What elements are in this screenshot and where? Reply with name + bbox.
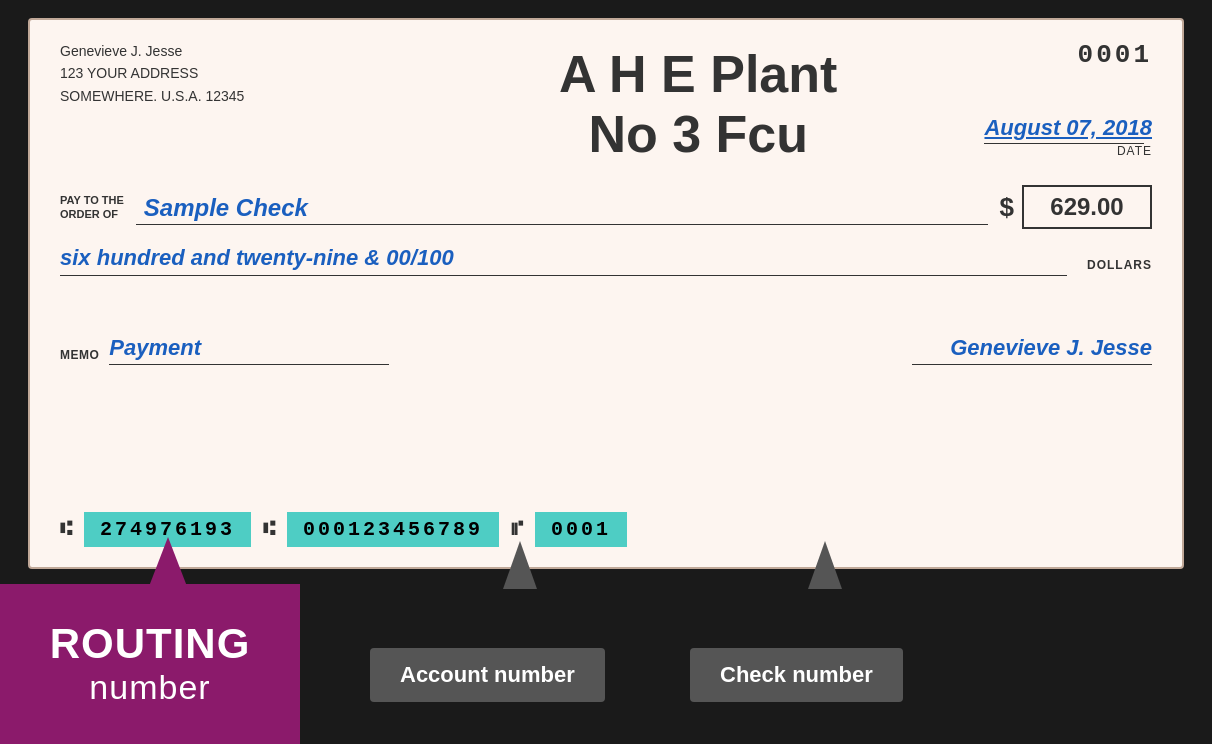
check-number-top: 0001 [1078, 40, 1152, 70]
payer-info: Genevieve J. Jesse 123 YOUR ADDRESS SOME… [60, 40, 244, 107]
check-number-tag: Check number [690, 648, 903, 702]
check-arrow [808, 541, 842, 589]
pay-to-value: Sample Check [144, 194, 308, 222]
bottom-bar: ROUTING number Account number Check numb… [0, 584, 1212, 744]
date-label: DATE [984, 144, 1152, 158]
memo-value: Payment [109, 335, 389, 365]
account-number-tag: Account number [370, 648, 605, 702]
payer-name: Genevieve J. Jesse [60, 40, 244, 62]
written-amount-section: six hundred and twenty-nine & 00/100 DOL… [60, 245, 1152, 276]
routing-label-routing: ROUTING [50, 621, 251, 667]
pay-to-line: Sample Check [136, 189, 988, 225]
payer-address1: 123 YOUR ADDRESS [60, 62, 244, 84]
account-arrow [503, 541, 537, 589]
written-amount: six hundred and twenty-nine & 00/100 [60, 245, 1067, 276]
check-body: 0001 Genevieve J. Jesse 123 YOUR ADDRESS… [28, 18, 1184, 569]
memo-sig-section: MEMO Payment Genevieve J. Jesse [60, 335, 1152, 365]
micr-equals-symbol: ⑈ [511, 518, 523, 541]
amount-box: 629.00 [1022, 185, 1152, 229]
payer-address2: SOMEWHERE. U.S.A. 12345 [60, 85, 244, 107]
date-value: August 07, 2018 [984, 115, 1152, 141]
dollar-amount-section: $ 629.00 [1000, 185, 1152, 229]
micr-open-symbol: ⑆ [60, 518, 72, 541]
micr-close-symbol: ⑆ [263, 518, 275, 541]
dollar-sign: $ [1000, 192, 1014, 223]
micr-account: 000123456789 [287, 512, 499, 547]
routing-label-number: number [89, 668, 210, 707]
pay-section: PAY TO THEORDER OF Sample Check $ 629.00 [60, 185, 1152, 229]
memo-group: MEMO Payment [60, 335, 389, 365]
signature-value: Genevieve J. Jesse [912, 335, 1152, 365]
micr-check: 0001 [535, 512, 627, 547]
memo-label: MEMO [60, 348, 99, 365]
dollars-label: DOLLARS [1087, 258, 1152, 276]
date-section: August 07, 2018 DATE [984, 115, 1152, 158]
pay-to-label: PAY TO THEORDER OF [60, 193, 124, 222]
routing-box: ROUTING number [0, 584, 300, 744]
routing-arrow [148, 537, 188, 589]
micr-section: ⑆ 274976193 ⑆ 000123456789 ⑈ 0001 [60, 512, 1152, 547]
